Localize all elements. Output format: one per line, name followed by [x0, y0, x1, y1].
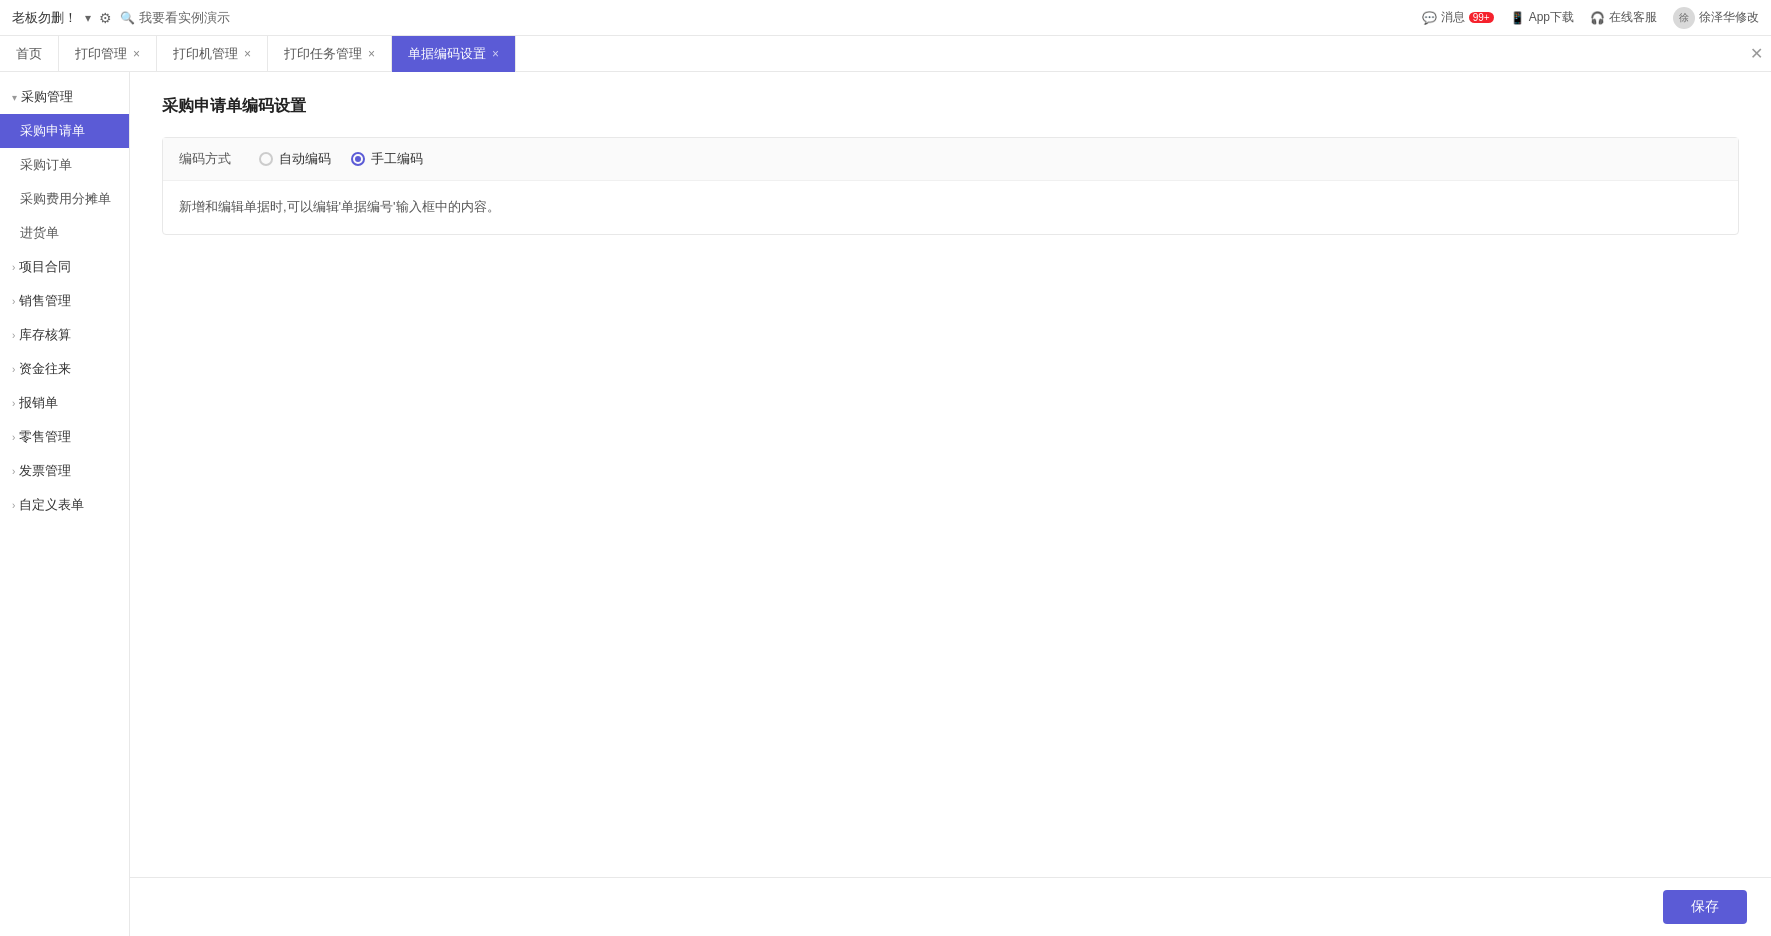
tab-print-task-close[interactable]: ×	[368, 47, 375, 61]
encoding-label: 编码方式	[179, 150, 259, 168]
page-close-button[interactable]: ✕	[1750, 44, 1763, 63]
content-area: 采购申请单编码设置 编码方式 自动编码 手工编码	[130, 72, 1771, 936]
sidebar-item-purchase-expense[interactable]: 采购费用分摊单	[0, 182, 129, 216]
app-download-label: App下载	[1529, 9, 1574, 26]
tab-home-label: 首页	[16, 45, 42, 63]
sidebar-group-invoice[interactable]: › 发票管理	[0, 454, 129, 488]
radio-auto-circle	[259, 152, 273, 166]
encoding-row: 编码方式 自动编码 手工编码	[163, 138, 1738, 181]
message-label: 消息	[1441, 9, 1465, 26]
message-icon: 💬	[1422, 11, 1437, 25]
hint-text: 新增和编辑单据时,可以编辑'单据编号'输入框中的内容。	[163, 181, 1738, 234]
tab-printer-management-close[interactable]: ×	[244, 47, 251, 61]
main-layout: ▾ 采购管理 采购申请单 采购订单 采购费用分摊单 进货单 › 项目合同 › 销…	[0, 72, 1771, 936]
app-download-icon: 📱	[1510, 11, 1525, 25]
sidebar-group-custom-form[interactable]: › 自定义表单	[0, 488, 129, 522]
sidebar-group-capital[interactable]: › 资金往来	[0, 352, 129, 386]
chevron-right-icon-2: ›	[12, 296, 15, 307]
chevron-right-icon-4: ›	[12, 364, 15, 375]
tab-print-task-management[interactable]: 打印任务管理 ×	[268, 36, 392, 72]
online-service-action[interactable]: 🎧 在线客服	[1590, 9, 1657, 26]
message-action[interactable]: 💬 消息 99+	[1422, 9, 1494, 26]
chevron-right-icon: ›	[12, 262, 15, 273]
tab-print-management-close[interactable]: ×	[133, 47, 140, 61]
chevron-right-icon-3: ›	[12, 330, 15, 341]
sidebar-group-purchase-label: 采购管理	[21, 88, 73, 106]
radio-auto-encode[interactable]: 自动编码	[259, 150, 331, 168]
message-badge: 99+	[1469, 12, 1494, 23]
radio-manual-encode[interactable]: 手工编码	[351, 150, 423, 168]
sidebar-item-purchase-order[interactable]: 采购订单	[0, 148, 129, 182]
top-bar-dropdown-icon[interactable]: ▾	[85, 11, 91, 25]
tab-single-encode-label: 单据编码设置	[408, 45, 486, 63]
sidebar-group-purchase-title[interactable]: ▾ 采购管理	[0, 80, 129, 114]
gear-icon[interactable]: ⚙	[99, 10, 112, 26]
sidebar-group-retail[interactable]: › 零售管理	[0, 420, 129, 454]
chevron-right-icon-6: ›	[12, 432, 15, 443]
top-bar: 老板勿删！ ▾ ⚙ 🔍 我要看实例演示 💬 消息 99+ 📱 App下载 🎧 在…	[0, 0, 1771, 36]
content-inner: 采购申请单编码设置 编码方式 自动编码 手工编码	[130, 72, 1771, 877]
tab-print-management[interactable]: 打印管理 ×	[59, 36, 157, 72]
radio-manual-circle	[351, 152, 365, 166]
username-label: 徐泽华修改	[1699, 9, 1759, 26]
tab-print-management-label: 打印管理	[75, 45, 127, 63]
tab-single-encode-close[interactable]: ×	[492, 47, 499, 61]
sidebar-group-sales[interactable]: › 销售管理	[0, 284, 129, 318]
radio-manual-label: 手工编码	[371, 150, 423, 168]
page-title: 采购申请单编码设置	[162, 96, 1739, 117]
user-avatar[interactable]: 徐 徐泽华修改	[1673, 7, 1759, 29]
sidebar-item-goods-receipt[interactable]: 进货单	[0, 216, 129, 250]
sidebar-item-purchase-request[interactable]: 采购申请单	[0, 114, 129, 148]
search-icon: 🔍	[120, 11, 135, 25]
top-bar-title: 老板勿删！	[12, 9, 77, 27]
encoding-section: 编码方式 自动编码 手工编码 新增和编辑单据时,可以编辑'单据编号'输入框中的内…	[162, 137, 1739, 235]
chevron-right-icon-7: ›	[12, 466, 15, 477]
sidebar-group-purchase: ▾ 采购管理 采购申请单 采购订单 采购费用分摊单 进货单	[0, 80, 129, 250]
headset-icon: 🎧	[1590, 11, 1605, 25]
sidebar-group-project-contract[interactable]: › 项目合同	[0, 250, 129, 284]
top-bar-left: 老板勿删！ ▾ ⚙ 🔍 我要看实例演示	[12, 9, 230, 27]
sidebar-group-inventory[interactable]: › 库存核算	[0, 318, 129, 352]
tab-print-task-label: 打印任务管理	[284, 45, 362, 63]
sidebar: ▾ 采购管理 采购申请单 采购订单 采购费用分摊单 进货单 › 项目合同 › 销…	[0, 72, 130, 936]
tab-printer-management-label: 打印机管理	[173, 45, 238, 63]
search-text: 我要看实例演示	[139, 9, 230, 27]
sidebar-group-reimbursement[interactable]: › 报销单	[0, 386, 129, 420]
chevron-down-icon: ▾	[12, 92, 17, 103]
online-service-label: 在线客服	[1609, 9, 1657, 26]
app-download-action[interactable]: 📱 App下载	[1510, 9, 1574, 26]
chevron-right-icon-5: ›	[12, 398, 15, 409]
tab-printer-management[interactable]: 打印机管理 ×	[157, 36, 268, 72]
save-button[interactable]: 保存	[1663, 890, 1747, 924]
avatar-circle: 徐	[1673, 7, 1695, 29]
tab-home[interactable]: 首页	[0, 36, 59, 72]
search-bar[interactable]: 🔍 我要看实例演示	[120, 9, 230, 27]
content-footer: 保存	[130, 877, 1771, 936]
chevron-right-icon-8: ›	[12, 500, 15, 511]
top-bar-right: 💬 消息 99+ 📱 App下载 🎧 在线客服 徐 徐泽华修改	[1422, 7, 1759, 29]
encoding-options: 自动编码 手工编码	[259, 150, 423, 168]
radio-auto-label: 自动编码	[279, 150, 331, 168]
tab-bar: 首页 打印管理 × 打印机管理 × 打印任务管理 × 单据编码设置 × ✕	[0, 36, 1771, 72]
tab-single-encode-settings[interactable]: 单据编码设置 ×	[392, 36, 516, 72]
